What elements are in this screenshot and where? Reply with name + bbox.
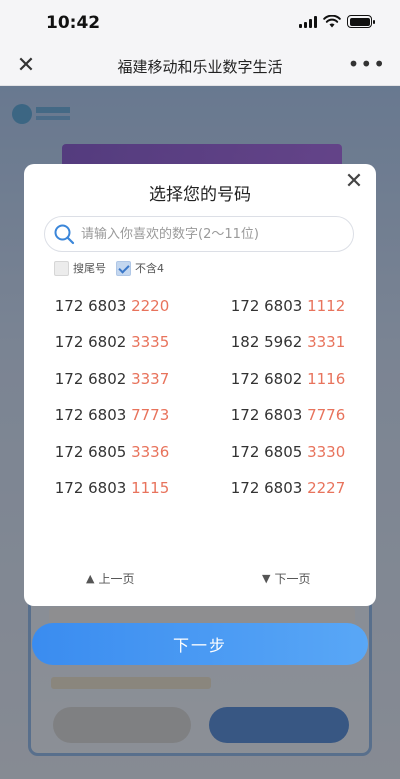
prev-page-label: 上一页 [98,572,135,586]
prev-page-button[interactable]: ▲ 上一页 [86,570,134,587]
number-option[interactable]: 172 6803 1112 [200,297,376,315]
next-page-label: 下一页 [274,572,311,586]
battery-icon [347,15,375,28]
exclude-four-option[interactable]: 不含4 [116,260,164,276]
number-picker-modal: 选择您的号码 ✕ 搜尾号 不含4 172 6803 2220 172 6803 … [24,164,376,606]
number-option[interactable]: 172 6805 3336 [24,443,200,461]
nav-bar: ✕ 福建移动和乐业数字生活 ••• [0,46,400,86]
wifi-icon [323,15,341,28]
status-bar: 10:42 [0,0,400,46]
triangle-down-icon: ▼ [262,572,271,585]
more-icon[interactable]: ••• [348,52,386,76]
number-option[interactable]: 172 6805 3330 [200,443,376,461]
number-option[interactable]: 172 6802 1116 [200,370,376,388]
next-step-button[interactable]: 下一步 [32,623,368,665]
exclude-four-label: 不含4 [135,262,164,275]
tail-search-option[interactable]: 搜尾号 [54,260,106,276]
next-page-button[interactable]: ▼ 下一页 [262,570,310,587]
triangle-up-icon: ▲ [86,572,95,585]
number-option[interactable]: 172 6803 7776 [200,406,376,424]
number-option[interactable]: 172 6803 1115 [24,479,200,497]
number-option[interactable]: 172 6802 3335 [24,333,200,351]
signal-icon [299,15,317,28]
exclude-four-checkbox[interactable] [116,260,131,276]
modal-close-icon[interactable]: ✕ [340,168,368,196]
modal-title: 选择您的号码 [149,185,251,205]
number-option[interactable]: 182 5962 3331 [200,333,376,351]
status-icons [299,15,375,28]
number-option[interactable]: 172 6802 3337 [24,370,200,388]
tail-search-label: 搜尾号 [73,262,106,275]
number-option[interactable]: 172 6803 2227 [200,479,376,497]
search-box[interactable] [44,216,354,252]
status-time: 10:42 [46,13,101,33]
number-option[interactable]: 172 6803 2220 [24,297,200,315]
tail-search-checkbox[interactable] [54,260,69,276]
page-title: 福建移动和乐业数字生活 [117,58,283,76]
search-input[interactable] [81,217,345,251]
search-icon [54,224,75,245]
number-option[interactable]: 172 6803 7773 [24,406,200,424]
